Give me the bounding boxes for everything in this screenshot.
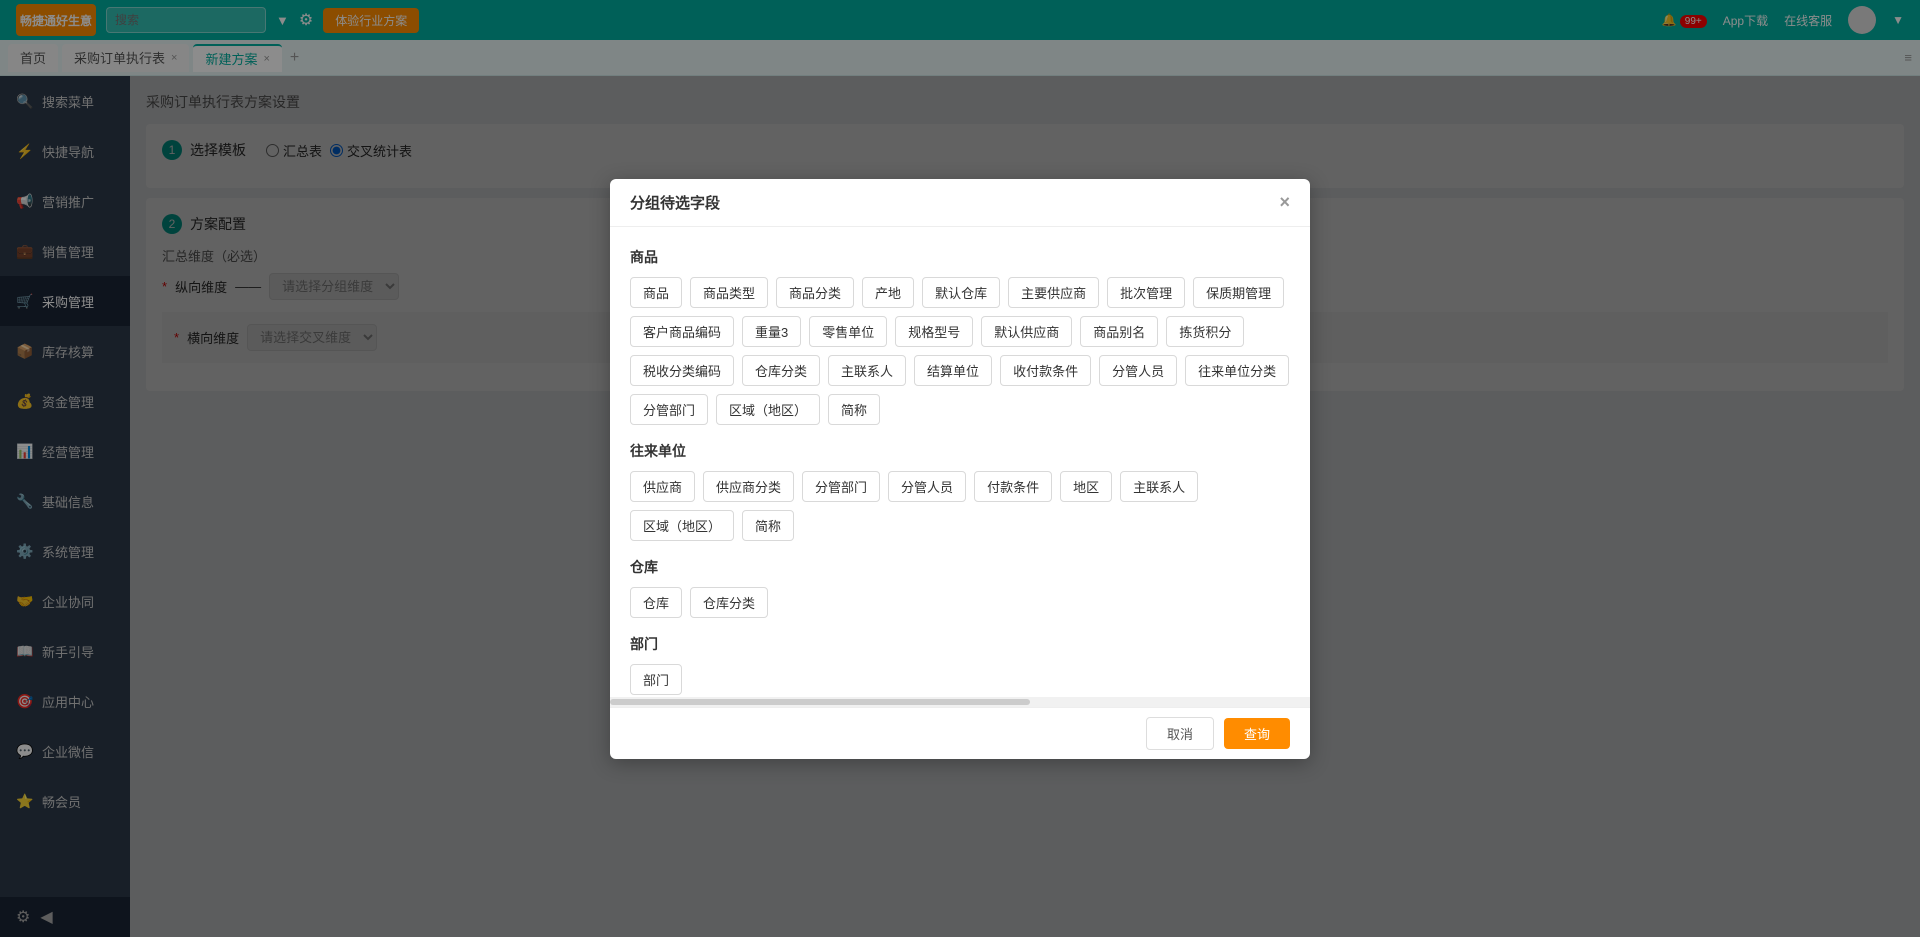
field-tag[interactable]: 部门 <box>630 664 682 695</box>
modal-footer: 取消 查询 <box>610 707 1310 759</box>
field-select-modal: 分组待选字段 × 商品 商品 商品类型 商品分类 产地 默认仓库 主要供应商 批… <box>610 179 1310 759</box>
field-tag[interactable]: 仓库分类 <box>742 355 820 386</box>
field-tag[interactable]: 税收分类编码 <box>630 355 734 386</box>
section-title-product: 商品 <box>630 247 1290 267</box>
field-tag[interactable]: 简称 <box>742 510 794 541</box>
field-tag[interactable]: 批次管理 <box>1107 277 1185 308</box>
field-tag[interactable]: 仓库分类 <box>690 587 768 618</box>
field-tag[interactable]: 默认供应商 <box>981 316 1072 347</box>
field-tag[interactable]: 供应商 <box>630 471 695 502</box>
warehouse-fields: 仓库 仓库分类 <box>630 587 1290 618</box>
section-title-dept: 部门 <box>630 634 1290 654</box>
field-tag[interactable]: 重量3 <box>742 316 801 347</box>
hscroll-thumb <box>610 699 1030 705</box>
field-tag[interactable]: 主联系人 <box>828 355 906 386</box>
modal-horizontal-scrollbar[interactable] <box>610 697 1310 707</box>
field-tag[interactable]: 结算单位 <box>914 355 992 386</box>
field-tag[interactable]: 仓库 <box>630 587 682 618</box>
field-tag[interactable]: 收付款条件 <box>1000 355 1091 386</box>
field-tag[interactable]: 分管人员 <box>888 471 966 502</box>
modal-body[interactable]: 商品 商品 商品类型 商品分类 产地 默认仓库 主要供应商 批次管理 保质期管理… <box>610 227 1310 697</box>
field-tag[interactable]: 零售单位 <box>809 316 887 347</box>
field-tag[interactable]: 拣货积分 <box>1166 316 1244 347</box>
field-tag[interactable]: 主要供应商 <box>1008 277 1099 308</box>
field-tag[interactable]: 供应商分类 <box>703 471 794 502</box>
field-tag[interactable]: 默认仓库 <box>922 277 1000 308</box>
field-tag[interactable]: 分管部门 <box>630 394 708 425</box>
field-tag[interactable]: 商品 <box>630 277 682 308</box>
field-tag[interactable]: 客户商品编码 <box>630 316 734 347</box>
section-title-warehouse: 仓库 <box>630 557 1290 577</box>
field-tag[interactable]: 商品分类 <box>776 277 854 308</box>
field-tag[interactable]: 区域（地区） <box>716 394 820 425</box>
field-tag[interactable]: 简称 <box>828 394 880 425</box>
cancel-button[interactable]: 取消 <box>1146 717 1214 750</box>
dept-fields: 部门 <box>630 664 1290 695</box>
field-tag[interactable]: 付款条件 <box>974 471 1052 502</box>
field-tag[interactable]: 区域（地区） <box>630 510 734 541</box>
field-tag[interactable]: 分管部门 <box>802 471 880 502</box>
modal-overlay: 分组待选字段 × 商品 商品 商品类型 商品分类 产地 默认仓库 主要供应商 批… <box>0 0 1920 937</box>
field-tag[interactable]: 往来单位分类 <box>1185 355 1289 386</box>
field-tag[interactable]: 分管人员 <box>1099 355 1177 386</box>
field-tag[interactable]: 产地 <box>862 277 914 308</box>
modal-title: 分组待选字段 <box>630 192 720 213</box>
modal-close-button[interactable]: × <box>1279 192 1290 213</box>
field-tag[interactable]: 主联系人 <box>1120 471 1198 502</box>
field-tag[interactable]: 商品类型 <box>690 277 768 308</box>
product-fields: 商品 商品类型 商品分类 产地 默认仓库 主要供应商 批次管理 保质期管理 客户… <box>630 277 1290 425</box>
modal-header: 分组待选字段 × <box>610 179 1310 227</box>
partner-fields: 供应商 供应商分类 分管部门 分管人员 付款条件 地区 主联系人 区域（地区） … <box>630 471 1290 541</box>
field-tag[interactable]: 商品别名 <box>1080 316 1158 347</box>
field-tag[interactable]: 保质期管理 <box>1193 277 1284 308</box>
field-tag[interactable]: 规格型号 <box>895 316 973 347</box>
confirm-button[interactable]: 查询 <box>1224 718 1290 749</box>
field-tag[interactable]: 地区 <box>1060 471 1112 502</box>
section-title-partner: 往来单位 <box>630 441 1290 461</box>
